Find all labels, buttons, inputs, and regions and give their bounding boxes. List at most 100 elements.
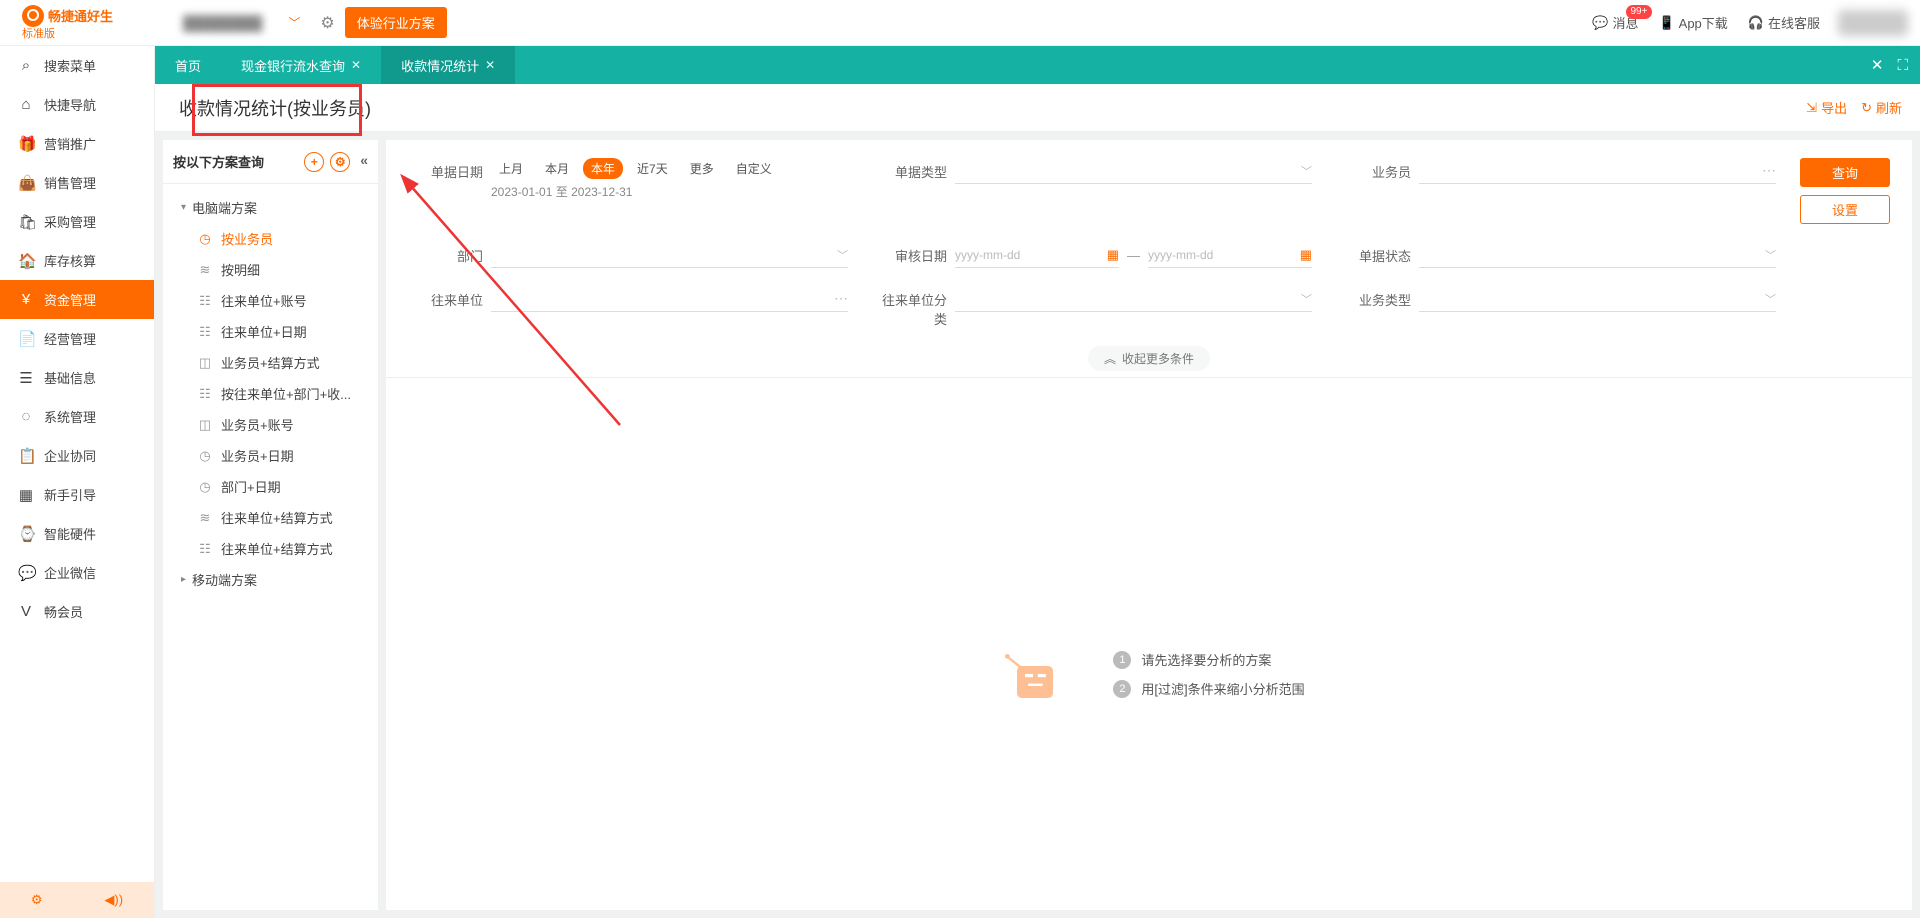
nav-label: 营销推广: [44, 134, 96, 153]
tab-0[interactable]: 首页: [155, 46, 221, 84]
collapse-panel-icon[interactable]: «: [360, 152, 368, 172]
salesman-select[interactable]: [1419, 158, 1776, 184]
biz-type-select[interactable]: ﹀: [1419, 286, 1776, 312]
sidebar-item-2[interactable]: 🎁营销推广: [0, 124, 154, 163]
sidebar-item-9[interactable]: ◌系统管理: [0, 397, 154, 436]
date-chip-4[interactable]: 更多: [682, 158, 722, 179]
scheme-item-icon: ◷: [197, 479, 213, 495]
scheme-settings-button[interactable]: ⚙: [330, 152, 350, 172]
doc-type-select[interactable]: ﹀: [955, 158, 1312, 184]
scheme-tree: ▾电脑端方案◷按业务员≋按明细☷往来单位+账号☷往来单位+日期◫业务员+结算方式…: [163, 184, 378, 603]
result-area: 1请先选择要分析的方案 2用[过滤]条件来缩小分析范围: [386, 377, 1912, 910]
scheme-item-0-0[interactable]: ◷按业务员: [163, 223, 378, 254]
nav-label: 畅会员: [44, 602, 83, 621]
scheme-item-0-6[interactable]: ◫业务员+账号: [163, 409, 378, 440]
refresh-button[interactable]: ↻刷新: [1861, 98, 1902, 117]
scheme-item-icon: ≋: [197, 262, 213, 278]
chat-icon: 💬: [1592, 15, 1608, 31]
sidebar-item-13[interactable]: 💬 企业微信: [0, 553, 154, 592]
query-button[interactable]: 查询: [1800, 158, 1890, 187]
collapse-filters-button[interactable]: ︽ 收起更多条件: [1088, 346, 1210, 371]
org-selector[interactable]: ████████: [167, 15, 278, 31]
settings-gear-icon[interactable]: ⚙: [31, 892, 43, 908]
tab-1[interactable]: 现金银行流水查询 ✕: [221, 46, 381, 84]
sidebar-item-0[interactable]: ⌕搜索菜单: [0, 46, 154, 85]
nav-label: 智能硬件: [44, 524, 96, 543]
scheme-panel-header: 按以下方案查询 + ⚙ «: [163, 140, 378, 184]
date-chip-3[interactable]: 近7天: [629, 158, 676, 179]
sidebar-item-1[interactable]: ⌂快捷导航: [0, 85, 154, 124]
avatar[interactable]: [1838, 10, 1908, 36]
expand-icon[interactable]: ⛶: [1897, 57, 1908, 74]
sidebar-item-11[interactable]: ▦新手引导: [0, 475, 154, 514]
app-download-button[interactable]: 📱 App下载: [1658, 13, 1727, 32]
date-chip-1[interactable]: 本月: [537, 158, 577, 179]
scheme-group-1[interactable]: ▸移动端方案: [163, 564, 378, 595]
nav-label: 企业微信: [44, 563, 96, 582]
tab-2[interactable]: 收款情况统计✕: [381, 46, 515, 84]
chevron-down-icon[interactable]: ﹀: [288, 14, 300, 31]
sidebar-item-12[interactable]: ⌚智能硬件: [0, 514, 154, 553]
nav-icon: 📄: [18, 330, 34, 348]
scheme-item-0-8[interactable]: ◷部门+日期: [163, 471, 378, 502]
sidebar-item-4[interactable]: 🛍采购管理: [0, 202, 154, 241]
messages-button[interactable]: 💬 消息 99+: [1592, 13, 1638, 32]
scheme-item-0-2[interactable]: ☷往来单位+账号: [163, 285, 378, 316]
nav-label: 新手引导: [44, 485, 96, 504]
scheme-item-label: 按业务员: [221, 229, 273, 248]
messages-badge: 99+: [1626, 5, 1653, 19]
date-chip-0[interactable]: 上月: [491, 158, 531, 179]
sidebar-item-5[interactable]: 🏠库存核算: [0, 241, 154, 280]
date-chip-5[interactable]: 自定义: [728, 158, 780, 179]
doc-status-select[interactable]: ﹀: [1419, 242, 1776, 268]
caret-icon: ▸: [181, 574, 186, 585]
support-button[interactable]: 🎧 在线客服: [1748, 13, 1820, 32]
audit-date-from[interactable]: yyyy-mm-dd▦: [955, 242, 1119, 268]
nav-icon: 👜: [18, 174, 34, 192]
sidebar-item-6[interactable]: ¥资金管理: [0, 280, 154, 319]
tab-close-icon[interactable]: ✕: [351, 58, 361, 72]
scheme-item-0-9[interactable]: ≋往来单位+结算方式: [163, 502, 378, 533]
tab-label: 现金银行流水查询: [241, 56, 345, 75]
scheme-item-0-10[interactable]: ☷往来单位+结算方式: [163, 533, 378, 564]
brand-logo-icon: [22, 5, 44, 27]
audit-date-to[interactable]: yyyy-mm-dd▦: [1148, 242, 1312, 268]
scheme-item-0-3[interactable]: ☷往来单位+日期: [163, 316, 378, 347]
tab-close-icon[interactable]: ✕: [485, 58, 495, 72]
scheme-item-label: 往来单位+结算方式: [221, 539, 333, 558]
calendar-icon: ▦: [1107, 247, 1119, 263]
scheme-item-icon: ☷: [197, 386, 213, 402]
filter-doc-type: 单据类型 ﹀: [872, 158, 1312, 184]
scheme-group-0[interactable]: ▾电脑端方案: [163, 192, 378, 223]
add-scheme-button[interactable]: +: [304, 152, 324, 172]
settings-button[interactable]: 设置: [1800, 195, 1890, 224]
filter-doc-status: 单据状态 ﹀: [1336, 242, 1776, 268]
empty-state-illustration: [993, 634, 1073, 714]
experience-button[interactable]: 体验行业方案: [345, 7, 447, 38]
partner-category-select[interactable]: ﹀: [955, 286, 1312, 312]
gear-icon[interactable]: ⚙: [320, 13, 334, 33]
nav-label: 采购管理: [44, 212, 96, 231]
scheme-item-0-7[interactable]: ◷业务员+日期: [163, 440, 378, 471]
caret-icon: ▾: [181, 202, 186, 213]
nav-icon: 📋: [18, 447, 34, 465]
scheme-item-0-5[interactable]: ☷按往来单位+部门+收...: [163, 378, 378, 409]
sidebar-item-8[interactable]: ☰基础信息: [0, 358, 154, 397]
date-chip-2[interactable]: 本年: [583, 158, 623, 179]
scheme-item-label: 业务员+结算方式: [221, 353, 320, 372]
sidebar-item-10[interactable]: 📋企业协同: [0, 436, 154, 475]
sidebar-item-14[interactable]: V畅会员: [0, 592, 154, 631]
dept-select[interactable]: ﹀: [491, 242, 848, 268]
scheme-item-0-1[interactable]: ≋按明细: [163, 254, 378, 285]
scheme-item-0-4[interactable]: ◫ 业务员+结算方式: [163, 347, 378, 378]
scheme-item-icon: ◫: [197, 355, 213, 371]
partner-select[interactable]: [491, 286, 848, 312]
sidebar-item-7[interactable]: 📄经营管理: [0, 319, 154, 358]
sidebar-item-3[interactable]: 👜销售管理: [0, 163, 154, 202]
close-icon[interactable]: ✕: [1871, 56, 1884, 74]
nav-label: 基础信息: [44, 368, 96, 387]
export-button[interactable]: ⇲导出: [1806, 98, 1847, 117]
filter-audit-date: 审核日期 yyyy-mm-dd▦ — yyyy-mm-dd▦: [872, 242, 1312, 268]
collapse-sidebar-icon[interactable]: ◀)): [104, 892, 123, 908]
nav-icon: 💬: [18, 564, 34, 582]
